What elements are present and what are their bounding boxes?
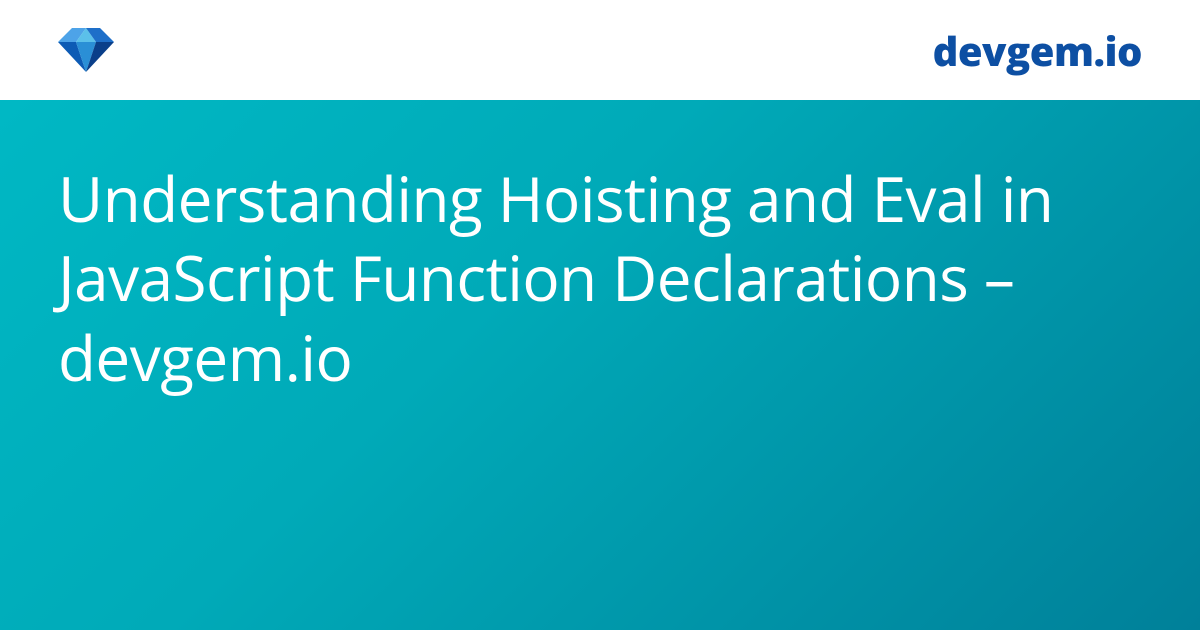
hero: Understanding Hoisting and Eval in JavaS…	[0, 100, 1200, 630]
brand-text: devgem.io	[933, 23, 1142, 78]
header: devgem.io	[0, 0, 1200, 100]
gem-icon	[58, 28, 114, 72]
gem-icon-svg	[58, 28, 114, 72]
hero-title: Understanding Hoisting and Eval in JavaS…	[58, 160, 1058, 398]
